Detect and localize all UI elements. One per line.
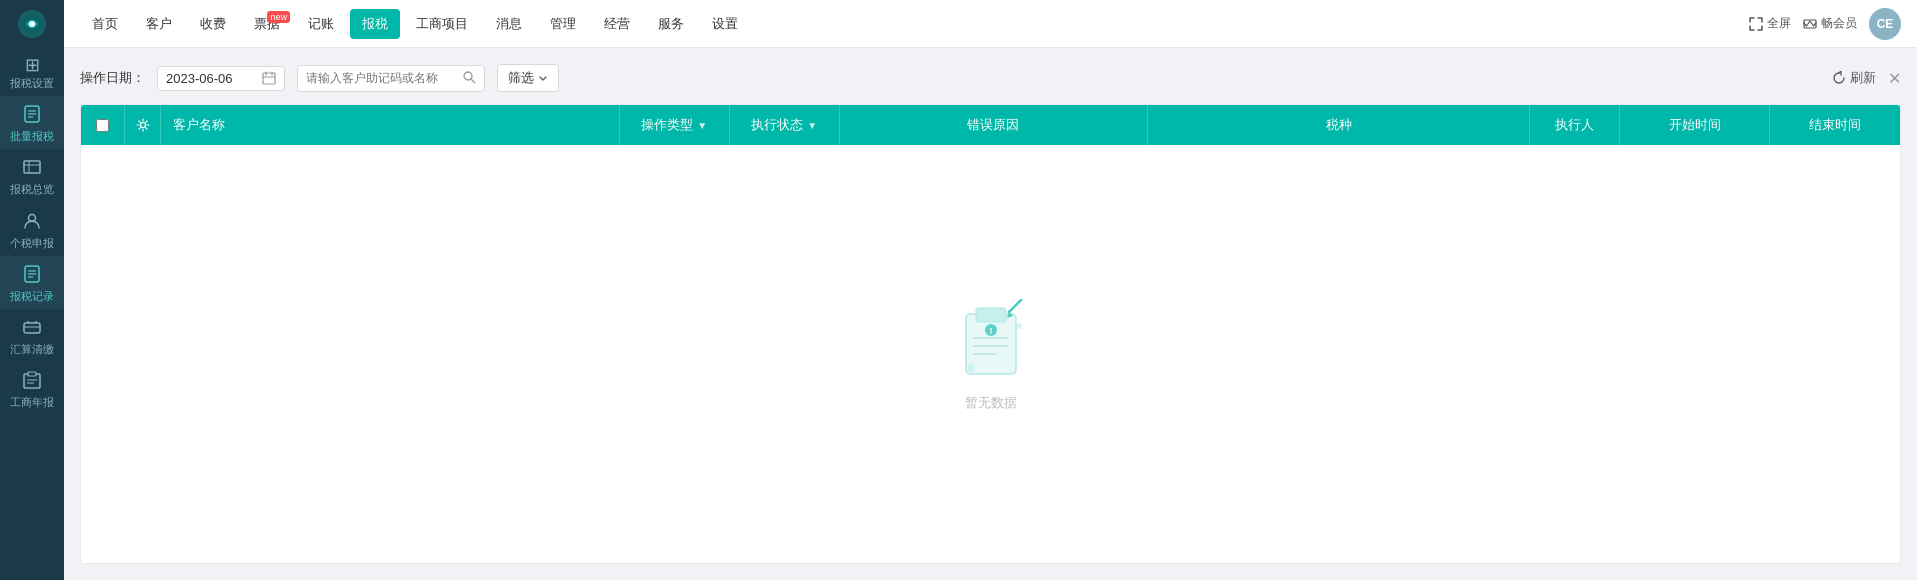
th-error-reason: 错误原因	[840, 105, 1149, 145]
th-checkbox[interactable]	[81, 105, 125, 145]
calendar-icon	[262, 71, 276, 85]
sidebar-logo[interactable]	[0, 0, 64, 48]
nav-item-settings[interactable]: 设置	[700, 9, 750, 39]
date-input[interactable]	[166, 71, 256, 86]
top-navigation: 首页 客户 收费 票据 new 记账 报税 工商项目 消息	[64, 0, 1917, 48]
svg-rect-14	[24, 323, 40, 333]
search-icon[interactable]	[462, 70, 476, 87]
svg-rect-31	[976, 308, 1006, 322]
nav-item-tax[interactable]: 报税	[350, 9, 400, 39]
tax-records-icon	[22, 264, 42, 287]
nav-item-business[interactable]: 工商项目	[404, 9, 480, 39]
sidebar-item-personal-tax[interactable]: 个税申报	[0, 203, 64, 256]
settlement-icon	[22, 317, 42, 340]
svg-rect-23	[263, 73, 275, 84]
empty-state: ! 暂无数据	[951, 296, 1031, 412]
close-button[interactable]: ✕	[1888, 69, 1901, 88]
nav-item-billing[interactable]: 收费	[188, 9, 238, 39]
nav-right-area: 全屏 畅会员 CE	[1749, 8, 1901, 40]
sidebar-item-tax-records[interactable]: 报税记录	[0, 256, 64, 309]
vip-icon	[1803, 17, 1817, 31]
main-area: 首页 客户 收费 票据 new 记账 报税 工商项目 消息	[64, 0, 1917, 580]
search-box[interactable]	[297, 65, 485, 92]
nav-item-services[interactable]: 服务	[646, 9, 696, 39]
vip-button[interactable]: 畅会员	[1803, 15, 1857, 32]
svg-line-28	[472, 79, 476, 83]
sidebar: ⊞ 报税设置 批量报税 报税总览	[0, 0, 64, 580]
sidebar-label-tax-settings: 报税设置	[10, 77, 54, 90]
toolbar: 操作日期：	[80, 64, 1901, 92]
filter-button[interactable]: 筛选	[497, 64, 559, 92]
sort-op-type-icon: ▼	[697, 120, 707, 131]
sidebar-label-annual-report: 工商年报	[10, 396, 54, 409]
sidebar-label-personal-tax: 个税申报	[10, 237, 54, 250]
fullscreen-icon	[1749, 17, 1763, 31]
page-content: 操作日期：	[64, 48, 1917, 580]
nav-item-invoice[interactable]: 票据 new	[242, 9, 292, 39]
sort-exec-status-icon: ▼	[807, 120, 817, 131]
refresh-icon	[1832, 71, 1846, 85]
page-main: 操作日期：	[64, 48, 1917, 580]
th-client-name: 客户名称	[161, 105, 620, 145]
tax-settings-icon: ⊞	[25, 56, 40, 74]
th-end-time: 结束时间	[1770, 105, 1900, 145]
empty-illustration: !	[951, 296, 1031, 386]
nav-item-client[interactable]: 客户	[134, 9, 184, 39]
table-header: 客户名称 操作类型 ▼ 执行状态 ▼ 错误原因 税种	[81, 105, 1900, 145]
nav-item-messages[interactable]: 消息	[484, 9, 534, 39]
svg-point-1	[29, 21, 35, 27]
th-exec-status[interactable]: 执行状态 ▼	[730, 105, 840, 145]
sidebar-label-tax-overview: 报税总览	[10, 183, 54, 196]
th-executor: 执行人	[1530, 105, 1620, 145]
svg-point-38	[967, 364, 975, 372]
select-all-checkbox[interactable]	[96, 119, 109, 132]
sidebar-label-settlement: 汇算清缴	[10, 343, 54, 356]
refresh-button[interactable]: 刷新	[1832, 69, 1876, 87]
sidebar-label-batch-tax: 批量报税	[10, 130, 54, 143]
empty-text: 暂无数据	[965, 394, 1017, 412]
th-start-time: 开始时间	[1620, 105, 1770, 145]
date-label: 操作日期：	[80, 69, 145, 87]
th-tax-type: 税种	[1148, 105, 1530, 145]
sidebar-item-annual-report[interactable]: 工商年报	[0, 362, 64, 415]
sidebar-label-tax-records: 报税记录	[10, 290, 54, 303]
nav-item-operation[interactable]: 经营	[592, 9, 642, 39]
nav-item-accounts[interactable]: 记账	[296, 9, 346, 39]
sidebar-item-settlement[interactable]: 汇算清缴	[0, 309, 64, 362]
sidebar-item-tax-overview[interactable]: 报税总览	[0, 149, 64, 202]
sidebar-item-batch-tax[interactable]: 批量报税	[0, 96, 64, 149]
data-table: 客户名称 操作类型 ▼ 执行状态 ▼ 错误原因 税种	[80, 104, 1901, 564]
personal-tax-icon	[22, 211, 42, 234]
user-avatar[interactable]: CE	[1869, 8, 1901, 40]
search-input[interactable]	[306, 71, 456, 85]
svg-point-27	[464, 72, 472, 80]
svg-point-39	[1016, 323, 1022, 329]
sidebar-item-tax-settings[interactable]: ⊞ 报税设置	[0, 48, 64, 96]
svg-point-29	[140, 123, 145, 128]
nav-item-management[interactable]: 管理	[538, 9, 588, 39]
svg-rect-6	[24, 161, 40, 173]
nav-items: 首页 客户 收费 票据 new 记账 报税 工商项目 消息	[80, 9, 1749, 39]
th-settings[interactable]	[125, 105, 161, 145]
svg-line-37	[1009, 300, 1021, 312]
annual-report-icon	[22, 370, 42, 393]
th-op-type[interactable]: 操作类型 ▼	[620, 105, 730, 145]
date-picker[interactable]	[157, 66, 285, 91]
svg-text:!: !	[989, 326, 992, 336]
svg-rect-19	[28, 372, 36, 376]
batch-tax-icon	[22, 104, 42, 127]
chevron-down-icon	[538, 73, 548, 83]
column-settings-icon	[136, 118, 150, 132]
nav-item-home[interactable]: 首页	[80, 9, 130, 39]
tax-overview-icon	[22, 157, 42, 180]
fullscreen-button[interactable]: 全屏	[1749, 15, 1791, 32]
app-logo-icon	[16, 8, 48, 40]
invoice-badge: new	[267, 11, 290, 24]
table-body: ! 暂无数据	[81, 145, 1900, 563]
